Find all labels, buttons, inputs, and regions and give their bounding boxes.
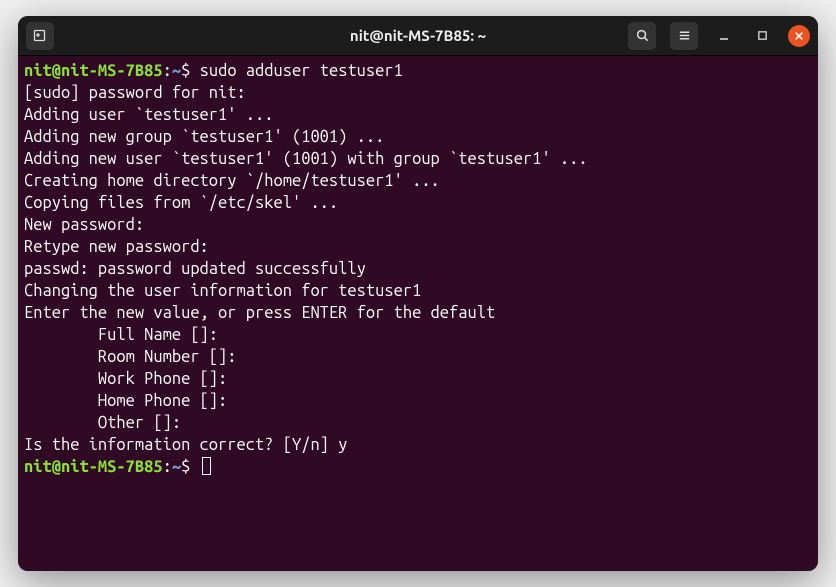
prompt-dollar: $: [181, 458, 190, 476]
prompt-user: nit@nit-MS-7B85: [24, 458, 163, 476]
terminal-line: Adding new user `testuser1' (1001) with …: [24, 148, 812, 170]
terminal-line: [sudo] password for nit:: [24, 82, 812, 104]
titlebar-left: [26, 22, 54, 50]
terminal-line: Home Phone []:: [24, 390, 812, 412]
terminal-line: nit@nit-MS-7B85:~$ sudo adduser testuser…: [24, 60, 812, 82]
maximize-button[interactable]: [750, 24, 774, 48]
close-button[interactable]: [788, 25, 810, 47]
command-text: [190, 458, 199, 476]
terminal-line: Copying files from `/etc/skel' ...: [24, 192, 812, 214]
search-button[interactable]: [628, 22, 656, 50]
terminal-line: Other []:: [24, 412, 812, 434]
terminal-line: Retype new password:: [24, 236, 812, 258]
terminal-line: Enter the new value, or press ENTER for …: [24, 302, 812, 324]
terminal-line: Work Phone []:: [24, 368, 812, 390]
prompt-path: ~: [172, 62, 181, 80]
prompt-path: ~: [172, 458, 181, 476]
titlebar: nit@nit-MS-7B85: ~: [18, 16, 818, 56]
terminal-line: passwd: password updated successfully: [24, 258, 812, 280]
terminal-line: New password:: [24, 214, 812, 236]
terminal-line: nit@nit-MS-7B85:~$: [24, 456, 812, 478]
window-title: nit@nit-MS-7B85: ~: [350, 27, 486, 44]
terminal-line: Creating home directory `/home/testuser1…: [24, 170, 812, 192]
new-tab-button[interactable]: [26, 22, 54, 50]
terminal-line: Adding user `testuser1' ...: [24, 104, 812, 126]
terminal-line: Full Name []:: [24, 324, 812, 346]
terminal-line: Is the information correct? [Y/n] y: [24, 434, 812, 456]
terminal-line: Adding new group `testuser1' (1001) ...: [24, 126, 812, 148]
prompt-colon: :: [163, 62, 172, 80]
prompt-dollar: $: [181, 62, 190, 80]
cursor-icon: [202, 457, 211, 475]
terminal-window: nit@nit-MS-7B85: ~: [18, 16, 818, 571]
minimize-button[interactable]: [712, 24, 736, 48]
terminal-line: Room Number []:: [24, 346, 812, 368]
prompt-user: nit@nit-MS-7B85: [24, 62, 163, 80]
prompt-colon: :: [163, 458, 172, 476]
command-text: sudo adduser testuser1: [190, 62, 403, 80]
titlebar-right: [628, 22, 810, 50]
menu-button[interactable]: [670, 22, 698, 50]
terminal-line: Changing the user information for testus…: [24, 280, 812, 302]
terminal-body[interactable]: nit@nit-MS-7B85:~$ sudo adduser testuser…: [18, 56, 818, 571]
